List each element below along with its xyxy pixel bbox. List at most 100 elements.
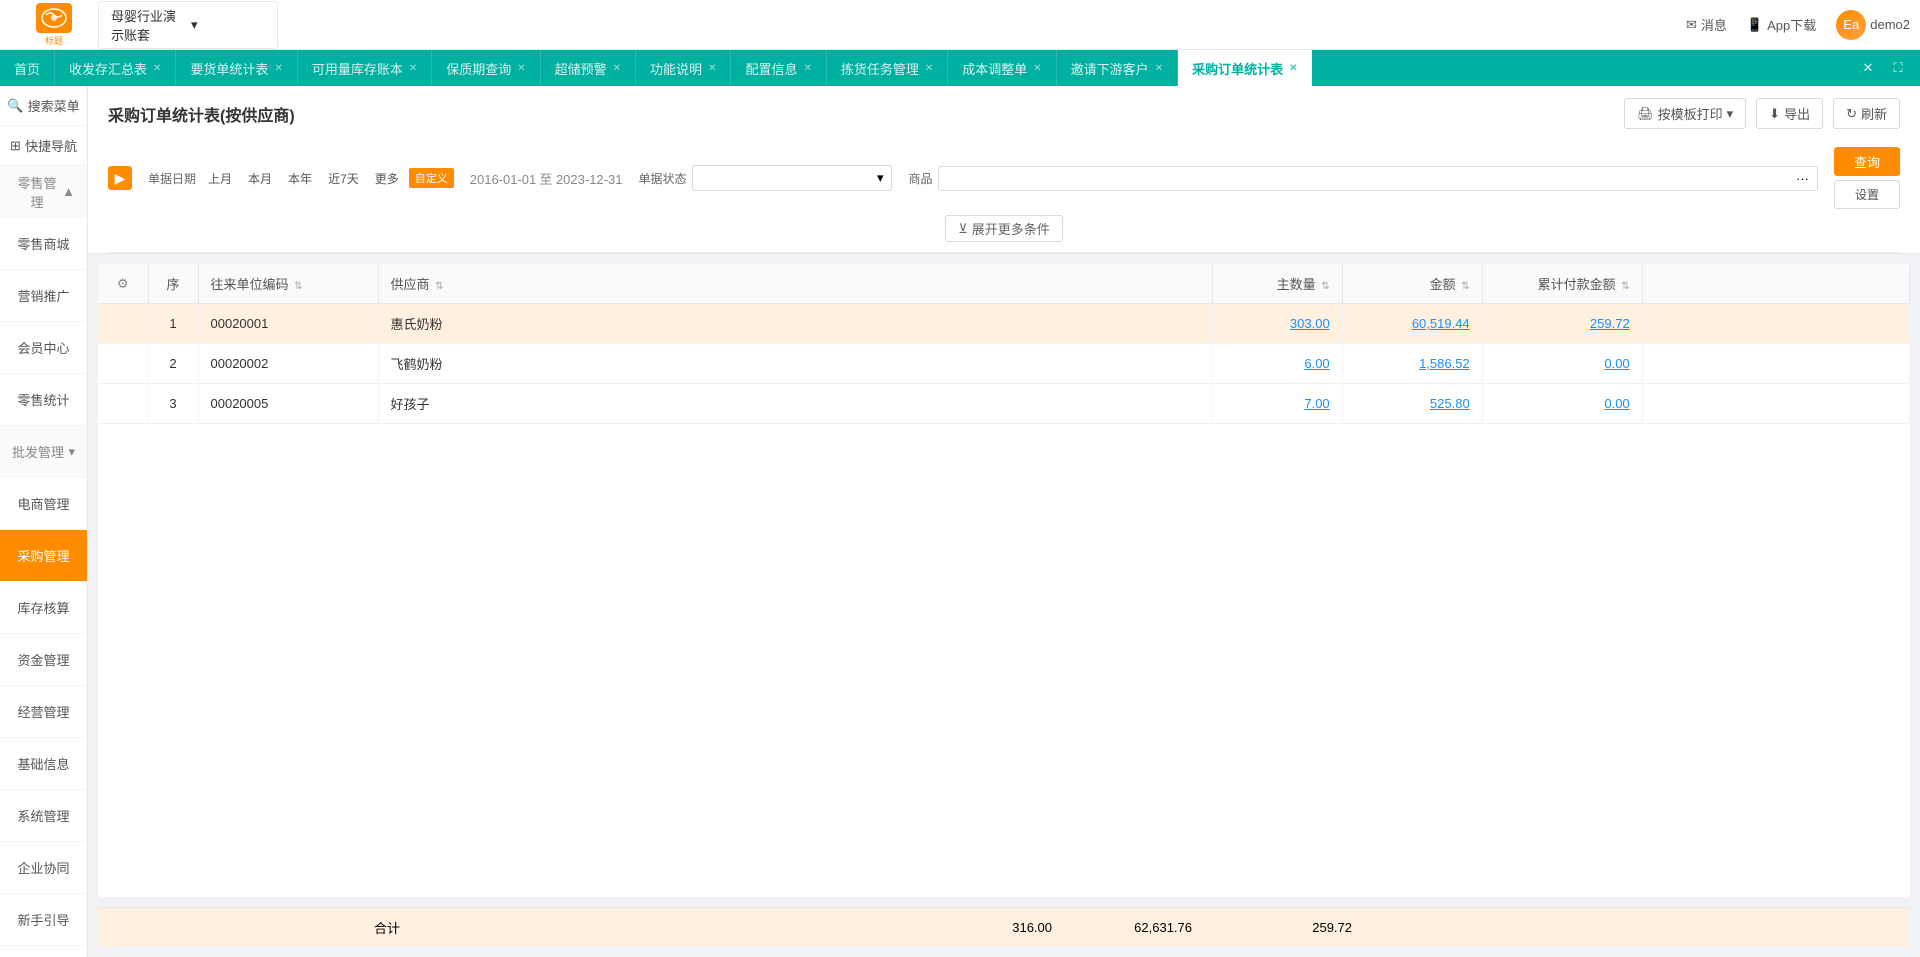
supplier-column-header[interactable]: 供应商 ⇅ xyxy=(378,264,1212,304)
table-row[interactable]: 1 00020001 惠氏奶粉 303.00 60,519.44 259.72 xyxy=(98,304,1910,344)
status-select[interactable]: ▾ xyxy=(692,165,892,191)
row-paid: 259.72 xyxy=(1482,304,1642,344)
app-download-button[interactable]: 📱 App下载 xyxy=(1747,15,1816,34)
close-icon[interactable]: ✕ xyxy=(409,63,417,74)
row-extra xyxy=(1642,384,1909,424)
close-icon[interactable]: ✕ xyxy=(708,63,716,74)
sidebar-retail-stats-label: 零售统计 xyxy=(17,390,69,409)
close-icon[interactable]: ✕ xyxy=(1033,63,1041,74)
close-icon[interactable]: ✕ xyxy=(925,63,933,74)
table-row[interactable]: 3 00020005 好孩子 7.00 525.80 0.00 xyxy=(98,384,1910,424)
close-icon[interactable]: ✕ xyxy=(274,63,282,74)
tab-invite-downstream[interactable]: 邀请下游客户 ✕ xyxy=(1057,50,1178,86)
gear-column-header[interactable]: ⚙ xyxy=(98,264,148,304)
date-shortcut-this-month[interactable]: 本月 xyxy=(242,168,278,189)
refresh-button[interactable]: ↻ 刷新 xyxy=(1833,98,1900,129)
sort-icon: ⇅ xyxy=(1321,281,1329,292)
filter-toggle-button[interactable]: ▶ xyxy=(108,166,132,190)
sidebar-item-member-center[interactable]: 会员中心 xyxy=(0,322,87,374)
sidebar-item-inventory-check[interactable]: 库存核算 xyxy=(0,582,87,634)
tab-picking-task-label: 拣货任务管理 xyxy=(841,59,919,78)
tab-config-info[interactable]: 配置信息 ✕ xyxy=(731,50,826,86)
sidebar-item-ops-mgmt[interactable]: 经营管理 xyxy=(0,686,87,738)
sidebar-item-marketing[interactable]: 营销推广 xyxy=(0,270,87,322)
goods-input[interactable]: ··· xyxy=(938,166,1818,191)
tab-purchase-order-summary[interactable]: 采购订单统计表 ✕ xyxy=(1178,50,1312,86)
date-shortcut-last-month[interactable]: 上月 xyxy=(202,168,238,189)
summary-paid: 259.72 xyxy=(1312,920,1352,935)
date-shortcut-this-year[interactable]: 本年 xyxy=(282,168,318,189)
tab-home[interactable]: 首页 xyxy=(0,50,55,86)
close-icon[interactable]: ✕ xyxy=(517,63,525,74)
sort-icon: ⇅ xyxy=(1621,281,1629,292)
top-bar: 标题 母婴行业演示账套 ▾ ✉ 消息 📱 App下载 Ea demo2 xyxy=(0,0,1920,50)
row-num: 3 xyxy=(148,384,198,424)
row-extra xyxy=(1642,304,1909,344)
sidebar-item-quick-nav[interactable]: ⊞ 快捷导航 xyxy=(0,126,87,166)
date-shortcut-7days[interactable]: 近7天 xyxy=(322,168,365,189)
row-supplier: 惠氏奶粉 xyxy=(378,304,1212,344)
amount-column-header[interactable]: 金额 ⇅ xyxy=(1342,264,1482,304)
sidebar-item-new-guide[interactable]: 新手引导 xyxy=(0,894,87,946)
sidebar-item-system-mgmt[interactable]: 系统管理 xyxy=(0,790,87,842)
sort-icon: ⇅ xyxy=(294,281,302,292)
sidebar-item-purchase-mgmt[interactable]: 采购管理 xyxy=(0,530,87,582)
close-icon[interactable]: ✕ xyxy=(803,63,811,74)
date-shortcut-more[interactable]: 更多 xyxy=(369,168,405,189)
export-button[interactable]: ⬇ 导出 xyxy=(1756,98,1823,129)
settings-button[interactable]: 设置 xyxy=(1834,180,1900,209)
sidebar-item-ecommerce[interactable]: 电商管理 xyxy=(0,478,87,530)
tab-overstock[interactable]: 超储预警 ✕ xyxy=(541,50,636,86)
tab-available-inventory[interactable]: 可用量库存账本 ✕ xyxy=(298,50,432,86)
sidebar-item-basic-info[interactable]: 基础信息 xyxy=(0,738,87,790)
table-row[interactable]: 2 00020002 飞鹤奶粉 6.00 1,586.52 0.00 xyxy=(98,344,1910,384)
summary-amount-cell: 62,631.76 xyxy=(1052,920,1192,935)
expand-conditions-button[interactable]: ⊻ 展开更多条件 xyxy=(945,215,1063,242)
expand-down-icon: ⊻ xyxy=(958,221,968,237)
row-qty: 7.00 xyxy=(1212,384,1342,424)
date-custom-badge[interactable]: 自定义 xyxy=(409,168,454,188)
sidebar-item-retail-store[interactable]: 零售商城 xyxy=(0,218,87,270)
tab-function-desc[interactable]: 功能说明 ✕ xyxy=(636,50,731,86)
refresh-label: 刷新 xyxy=(1861,104,1887,123)
tab-shelf-life[interactable]: 保质期查询 ✕ xyxy=(432,50,540,86)
user-profile[interactable]: Ea demo2 xyxy=(1836,10,1910,40)
page-title-row: 采购订单统计表(按供应商) 🖨 按模板打印 ▾ ⬇ 导出 ↻ 刷新 xyxy=(108,98,1900,129)
sidebar-item-enterprise-collab[interactable]: 企业协同 xyxy=(0,842,87,894)
tab-picking-task[interactable]: 拣货任务管理 ✕ xyxy=(827,50,948,86)
template-print-button[interactable]: 🖨 按模板打印 ▾ xyxy=(1624,98,1746,129)
num-column-header: 序 xyxy=(148,264,198,304)
date-to: 2023-12-31 xyxy=(556,172,623,187)
tab-requisition-summary[interactable]: 要货单统计表 ✕ xyxy=(176,50,297,86)
workspace-selector[interactable]: 母婴行业演示账套 ▾ xyxy=(98,1,278,49)
export-label: 导出 xyxy=(1784,104,1810,123)
code-column-header[interactable]: 往来单位编码 ⇅ xyxy=(198,264,378,304)
nav-close-button[interactable]: ✕ xyxy=(1854,54,1882,82)
sidebar-item-capital-mgmt[interactable]: 资金管理 xyxy=(0,634,87,686)
main-layout: 🔍 搜索菜单 ⊞ 快捷导航 零售管理 ▲ 零售商城 营销推广 会员中心 零售统计… xyxy=(0,86,1920,957)
expand-row: ⊻ 展开更多条件 xyxy=(108,209,1900,244)
nav-maximize-button[interactable]: ⛶ xyxy=(1884,54,1912,82)
dropdown-icon: ▾ xyxy=(1727,106,1734,122)
sidebar-item-retail-stats[interactable]: 零售统计 xyxy=(0,374,87,426)
workspace-name: 母婴行业演示账套 xyxy=(111,6,185,44)
close-icon[interactable]: ✕ xyxy=(1289,63,1297,74)
table-container: ⚙ 序 往来单位编码 ⇅ 供应商 ⇅ 主数量 ⇅ 金额 ⇅ xyxy=(98,264,1910,897)
sidebar-member-center-label: 会员中心 xyxy=(17,338,69,357)
message-button[interactable]: ✉ 消息 xyxy=(1686,15,1727,34)
tab-collection-summary[interactable]: 收发存汇总表 ✕ xyxy=(55,50,176,86)
close-icon[interactable]: ✕ xyxy=(1155,63,1163,74)
qty-column-header[interactable]: 主数量 ⇅ xyxy=(1212,264,1342,304)
query-button[interactable]: 查询 xyxy=(1834,147,1900,176)
date-from: 2016-01-01 xyxy=(470,172,537,187)
paid-column-header[interactable]: 累计付款金额 ⇅ xyxy=(1482,264,1642,304)
close-icon[interactable]: ✕ xyxy=(153,63,161,74)
close-icon[interactable]: ✕ xyxy=(613,63,621,74)
date-range-display: 2016-01-01 至 2023-12-31 xyxy=(470,169,623,188)
tab-cost-adjust[interactable]: 成本调整单 ✕ xyxy=(948,50,1056,86)
data-table: ⚙ 序 往来单位编码 ⇅ 供应商 ⇅ 主数量 ⇅ 金额 ⇅ xyxy=(98,264,1910,424)
sidebar-section-wholesale[interactable]: 批发管理 ▾ xyxy=(0,426,87,478)
row-num: 1 xyxy=(148,304,198,344)
sidebar-item-search[interactable]: 🔍 搜索菜单 xyxy=(0,86,87,126)
sidebar-item-app-center[interactable]: 应用中心 xyxy=(0,946,87,957)
